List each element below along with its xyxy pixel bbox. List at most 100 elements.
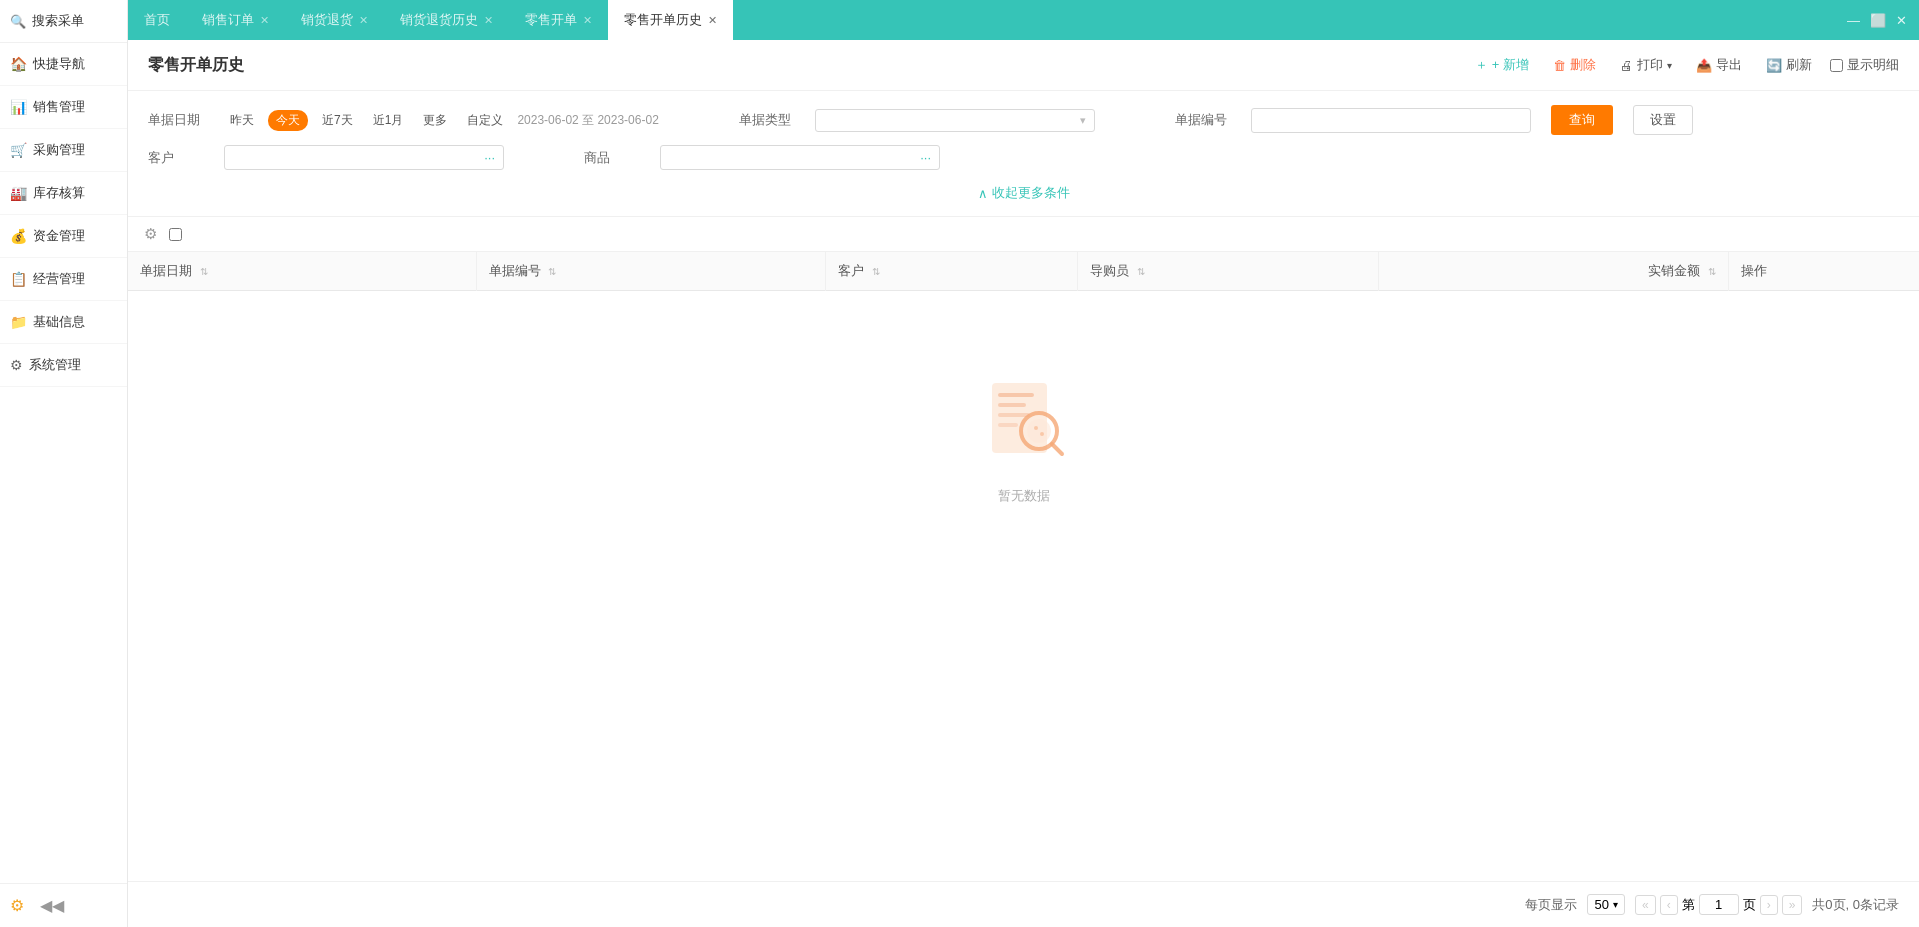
date-btn-7days[interactable]: 近7天: [316, 110, 359, 131]
doc-type-label: 单据类型: [739, 111, 795, 129]
table-toolbar: ⚙: [128, 217, 1919, 252]
filter-area: 单据日期 昨天 今天 近7天 近1月 更多 自定义 2023-06-02 至 2…: [128, 91, 1919, 217]
sidebar-item-operation[interactable]: 📋 经营管理: [0, 258, 127, 301]
collapse-filter-btn[interactable]: ∧ 收起更多条件: [148, 180, 1899, 206]
tab-sales-return-close[interactable]: ✕: [359, 14, 368, 27]
setting-button[interactable]: 设置: [1633, 105, 1693, 135]
tab-sales-return-history-close[interactable]: ✕: [484, 14, 493, 27]
sidebar-item-label: 经营管理: [33, 270, 85, 288]
page-first-btn[interactable]: «: [1635, 895, 1656, 915]
date-btn-today[interactable]: 今天: [268, 110, 308, 131]
print-button[interactable]: 🖨 打印 ▾: [1614, 52, 1678, 78]
sidebar-item-label: 资金管理: [33, 227, 85, 245]
th-amount: 实销金额 ⇅: [1378, 252, 1728, 291]
date-btn-yesterday[interactable]: 昨天: [224, 110, 260, 131]
goods-field[interactable]: [669, 150, 916, 165]
select-all-checkbox[interactable]: [169, 228, 182, 241]
tab-home[interactable]: 首页: [128, 0, 186, 40]
window-minimize-icon[interactable]: —: [1847, 13, 1860, 28]
th-action: 操作: [1728, 252, 1919, 291]
goods-ellipsis-icon[interactable]: ···: [920, 150, 931, 165]
doc-number-field[interactable]: [1260, 113, 1522, 128]
settings-icon: ⚙: [10, 357, 23, 373]
sort-number-icon[interactable]: ⇅: [548, 266, 556, 277]
page-last-btn[interactable]: »: [1782, 895, 1803, 915]
per-page-label: 每页显示: [1525, 896, 1577, 914]
sidebar-item-sales-mgmt[interactable]: 📊 销售管理: [0, 86, 127, 129]
filter-row-1: 单据日期 昨天 今天 近7天 近1月 更多 自定义 2023-06-02 至 2…: [148, 105, 1899, 135]
date-btn-more[interactable]: 更多: [417, 110, 453, 131]
sidebar-item-finance[interactable]: 💰 资金管理: [0, 215, 127, 258]
tab-retail-open-history[interactable]: 零售开单历史 ✕: [608, 0, 733, 40]
settings-gear-icon[interactable]: ⚙: [10, 896, 24, 915]
svg-rect-4: [998, 423, 1018, 427]
sidebar-item-purchase-mgmt[interactable]: 🛒 采购管理: [0, 129, 127, 172]
svg-rect-2: [998, 403, 1026, 407]
tab-retail-open-close[interactable]: ✕: [583, 14, 592, 27]
table-settings-icon[interactable]: ⚙: [144, 225, 157, 243]
page-next-btn[interactable]: ›: [1760, 895, 1778, 915]
doc-number-input[interactable]: [1251, 108, 1531, 133]
date-btn-custom[interactable]: 自定义: [461, 110, 509, 131]
sidebar-item-basic-info[interactable]: 📁 基础信息: [0, 301, 127, 344]
doc-type-select[interactable]: ▾: [815, 109, 1095, 132]
page-title: 零售开单历史: [148, 55, 244, 76]
tab-retail-open[interactable]: 零售开单 ✕: [509, 0, 608, 40]
collapse-filter-label: 收起更多条件: [992, 184, 1070, 202]
sort-date-icon[interactable]: ⇅: [200, 266, 208, 277]
customer-input[interactable]: ···: [224, 145, 504, 170]
th-amount-label: 实销金额: [1648, 263, 1700, 278]
display-detail-checkbox[interactable]: [1830, 59, 1843, 72]
tab-sales-order-close[interactable]: ✕: [260, 14, 269, 27]
tab-sales-order[interactable]: 销售订单 ✕: [186, 0, 285, 40]
collapse-sidebar-icon[interactable]: ◀◀: [40, 896, 64, 915]
add-icon: ＋: [1475, 56, 1488, 74]
export-icon: 📤: [1696, 58, 1712, 73]
page-number-input[interactable]: [1699, 894, 1739, 915]
customer-ellipsis-icon[interactable]: ···: [484, 150, 495, 165]
sort-amount-icon[interactable]: ⇅: [1708, 266, 1716, 277]
sidebar-search[interactable]: 🔍 搜索采单: [0, 0, 127, 43]
page-size-select[interactable]: 50 ▾: [1587, 894, 1624, 915]
refresh-button[interactable]: 🔄 刷新: [1760, 52, 1818, 78]
add-button[interactable]: ＋ + 新增: [1469, 52, 1535, 78]
svg-point-6: [1027, 419, 1051, 443]
th-number-label: 单据编号: [489, 263, 541, 278]
sidebar-item-label: 系统管理: [29, 356, 81, 374]
page-suffix: 页: [1743, 896, 1756, 914]
query-button[interactable]: 查询: [1551, 105, 1613, 135]
svg-point-8: [1034, 426, 1038, 430]
sort-customer-icon[interactable]: ⇅: [872, 266, 880, 277]
display-detail-checkbox-label[interactable]: 显示明细: [1830, 56, 1899, 74]
page-prev-btn[interactable]: ‹: [1660, 895, 1678, 915]
svg-line-7: [1052, 444, 1062, 454]
sidebar-item-quick-nav[interactable]: 🏠 快捷导航: [0, 43, 127, 86]
display-detail-label: 显示明细: [1847, 56, 1899, 74]
window-close-icon[interactable]: ✕: [1896, 13, 1907, 28]
table-area: ⚙ 单据日期 ⇅ 单据编号 ⇅ 客户: [128, 217, 1919, 881]
tab-sales-return[interactable]: 销货退货 ✕: [285, 0, 384, 40]
page-size-value: 50: [1594, 897, 1608, 912]
doc-number-label: 单据编号: [1175, 111, 1231, 129]
window-restore-icon[interactable]: ⬜: [1870, 13, 1886, 28]
customer-field[interactable]: [233, 150, 480, 165]
tab-bar-right: — ⬜ ✕: [1847, 13, 1919, 28]
customer-filter-label: 客户: [148, 149, 204, 167]
delete-icon: 🗑: [1553, 58, 1566, 73]
date-filter-label: 单据日期: [148, 111, 204, 129]
date-btn-1month[interactable]: 近1月: [367, 110, 410, 131]
empty-text: 暂无数据: [998, 487, 1050, 505]
tab-sales-return-label: 销货退货: [301, 11, 353, 29]
tab-sales-return-history[interactable]: 销货退货历史 ✕: [384, 0, 509, 40]
doc-type-dropdown-icon: ▾: [1080, 114, 1086, 127]
sidebar-item-inventory[interactable]: 🏭 库存核算: [0, 172, 127, 215]
goods-input[interactable]: ···: [660, 145, 940, 170]
sort-guide-icon[interactable]: ⇅: [1137, 266, 1145, 277]
delete-button[interactable]: 🗑 删除: [1547, 52, 1602, 78]
page-size-dropdown-icon: ▾: [1613, 899, 1618, 910]
tab-retail-open-history-close[interactable]: ✕: [708, 14, 717, 27]
th-date: 单据日期 ⇅: [128, 252, 476, 291]
export-button[interactable]: 📤 导出: [1690, 52, 1748, 78]
pagination: 每页显示 50 ▾ « ‹ 第 页 › » 共0页, 0条记录: [128, 881, 1919, 927]
sidebar-item-sys-mgmt[interactable]: ⚙ 系统管理: [0, 344, 127, 387]
